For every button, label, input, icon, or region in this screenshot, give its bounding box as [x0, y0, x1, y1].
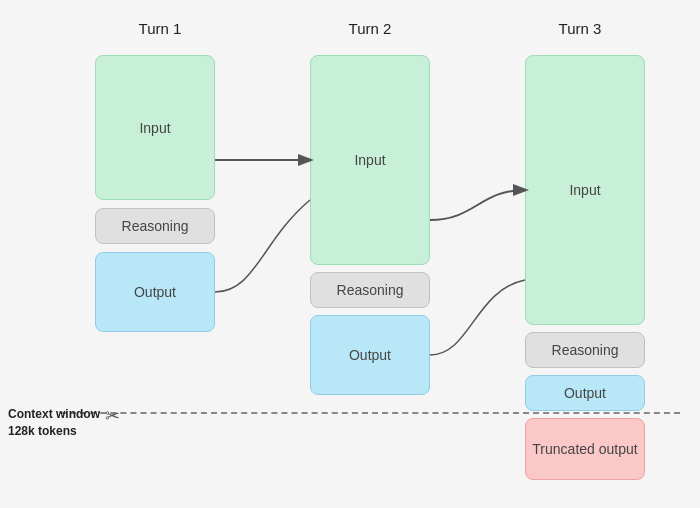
diagram-container: Turn 1 Turn 2 Turn 3 Input Reasoning Out… [0, 0, 700, 508]
context-window-line [60, 412, 680, 414]
t2-reasoning-block: Reasoning [310, 272, 430, 308]
context-window-label: Context window 128k tokens [8, 406, 100, 440]
t2-reasoning-label: Reasoning [311, 282, 429, 298]
t3-reasoning-block: Reasoning [525, 332, 645, 368]
t1-input-label: Input [96, 120, 214, 136]
t1-reasoning-block: Reasoning [95, 208, 215, 244]
t3-output-block: Output [525, 375, 645, 411]
t1-reasoning-label: Reasoning [96, 218, 214, 234]
t3-truncated-label: Truncated output [526, 441, 644, 457]
t3-input-label: Input [526, 182, 644, 198]
t1-output-block: Output [95, 252, 215, 332]
t2-input-label: Input [311, 152, 429, 168]
t2-input-block: Input [310, 55, 430, 265]
turn2-label: Turn 2 [310, 20, 430, 37]
t3-input-block: Input [525, 55, 645, 325]
t2-output-block: Output [310, 315, 430, 395]
t3-output-label: Output [526, 385, 644, 401]
t2-output-label: Output [311, 347, 429, 363]
turn1-label: Turn 1 [100, 20, 220, 37]
turn3-label: Turn 3 [520, 20, 640, 37]
t3-truncated-block: Truncated output [525, 418, 645, 480]
t3-reasoning-label: Reasoning [526, 342, 644, 358]
scissors-icon: ✂ [105, 405, 120, 427]
t1-input-block: Input [95, 55, 215, 200]
t1-output-label: Output [96, 284, 214, 300]
